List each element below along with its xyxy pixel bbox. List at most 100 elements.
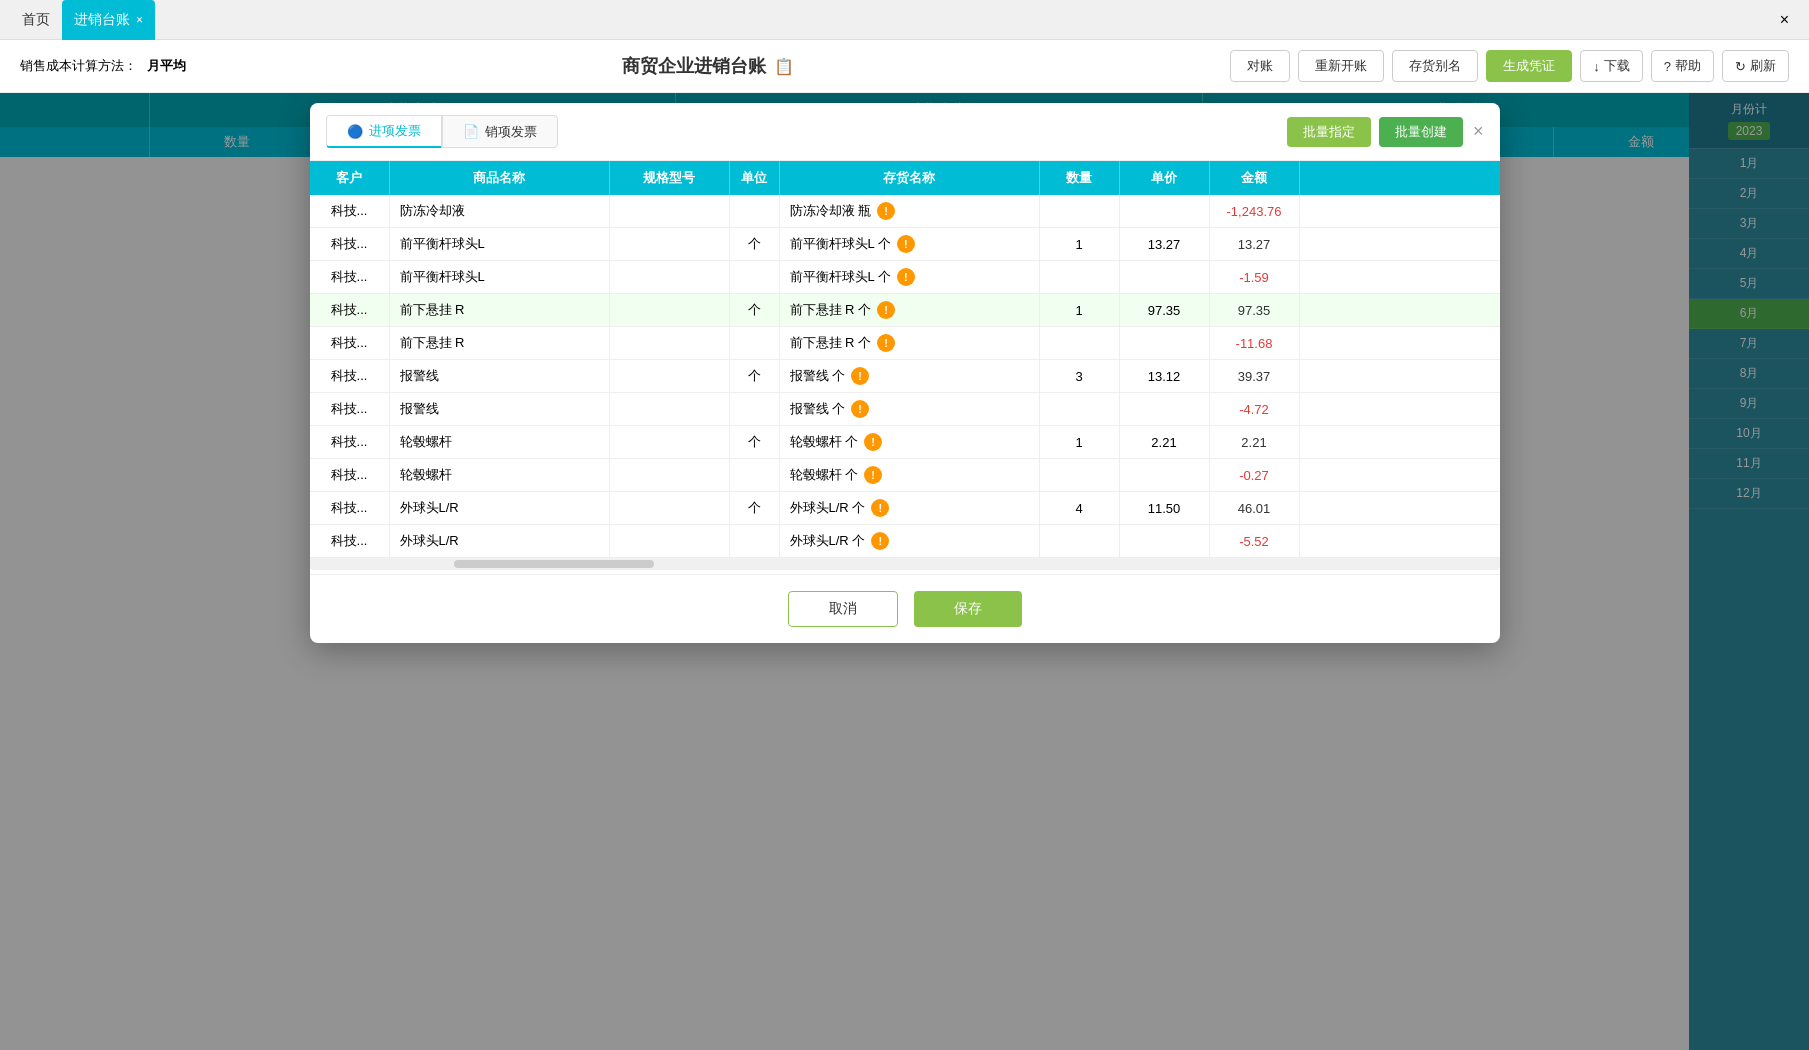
warning-icon: ! <box>864 466 882 484</box>
table-row[interactable]: 科技... 轮毂螺杆 个 轮毂螺杆 个 ! 1 2.21 2.21 <box>310 426 1500 459</box>
cell-inventory: 前平衡杆球头L 个 ! <box>780 228 1040 260</box>
cell-quantity <box>1040 195 1120 227</box>
cell-spec <box>610 228 730 260</box>
cell-inventory: 前下悬挂 R 个 ! <box>780 294 1040 326</box>
cell-product: 前下悬挂 R <box>390 294 610 326</box>
col-price: 单价 <box>1120 161 1210 195</box>
cell-unit <box>730 525 780 557</box>
cell-amount: -1.59 <box>1210 261 1300 293</box>
help-button[interactable]: ? 帮助 <box>1651 50 1714 82</box>
cell-quantity <box>1040 261 1120 293</box>
table-row[interactable]: 科技... 前下悬挂 R 前下悬挂 R 个 ! -11.68 <box>310 327 1500 360</box>
cell-quantity <box>1040 459 1120 491</box>
warning-icon: ! <box>871 499 889 517</box>
cell-amount: 2.21 <box>1210 426 1300 458</box>
content-area: 本期入库 本期出库 期末结存 数量 单价 金额 数量 单价 金额 数量 单价 金… <box>0 93 1809 1050</box>
cell-amount: -4.72 <box>1210 393 1300 425</box>
modal-close-button[interactable]: × <box>1473 121 1484 142</box>
tab-ledger[interactable]: 进销台账 × <box>62 0 155 40</box>
cell-spec <box>610 525 730 557</box>
warning-icon: ! <box>864 433 882 451</box>
modal-overlay: 🔵 进项发票 📄 销项发票 批量指定 批量创建 × <box>0 93 1809 1050</box>
table-row[interactable]: 科技... 前平衡杆球头L 前平衡杆球头L 个 ! -1.59 <box>310 261 1500 294</box>
cell-inventory: 轮毂螺杆 个 ! <box>780 426 1040 458</box>
table-row[interactable]: 科技... 报警线 报警线 个 ! -4.72 <box>310 393 1500 426</box>
cell-inventory: 前平衡杆球头L 个 ! <box>780 261 1040 293</box>
cancel-button[interactable]: 取消 <box>788 591 898 627</box>
invoice-modal: 🔵 进项发票 📄 销项发票 批量指定 批量创建 × <box>310 103 1500 643</box>
tab-home[interactable]: 首页 <box>10 0 62 40</box>
cell-spec <box>610 195 730 227</box>
cell-quantity <box>1040 393 1120 425</box>
warning-icon: ! <box>851 367 869 385</box>
col-customer: 客户 <box>310 161 390 195</box>
cell-inventory: 轮毂螺杆 个 ! <box>780 459 1040 491</box>
warning-icon: ! <box>897 235 915 253</box>
warning-icon: ! <box>877 334 895 352</box>
cell-price: 13.27 <box>1120 228 1210 260</box>
cell-unit: 个 <box>730 294 780 326</box>
cell-quantity: 3 <box>1040 360 1120 392</box>
table-row[interactable]: 科技... 外球头L/R 个 外球头L/R 个 ! 4 11.50 46.01 <box>310 492 1500 525</box>
cell-product: 外球头L/R <box>390 525 610 557</box>
cell-spec <box>610 492 730 524</box>
cell-amount: -1,243.76 <box>1210 195 1300 227</box>
col-amount: 金额 <box>1210 161 1300 195</box>
window-close-button[interactable]: × <box>1770 11 1799 29</box>
cell-quantity: 1 <box>1040 294 1120 326</box>
cell-product: 前平衡杆球头L <box>390 261 610 293</box>
cell-quantity <box>1040 327 1120 359</box>
tab-sales-invoice[interactable]: 📄 销项发票 <box>442 115 558 148</box>
cell-price <box>1120 195 1210 227</box>
generate-voucher-button[interactable]: 生成凭证 <box>1486 50 1572 82</box>
cell-unit <box>730 393 780 425</box>
cost-method-label: 销售成本计算方法： 月平均 <box>20 57 186 75</box>
cell-product: 报警线 <box>390 360 610 392</box>
modal-tab-group: 🔵 进项发票 📄 销项发票 <box>326 115 558 148</box>
cell-spec <box>610 459 730 491</box>
reconcile-button[interactable]: 对账 <box>1230 50 1290 82</box>
tab-close-icon[interactable]: × <box>136 13 143 27</box>
cell-customer: 科技... <box>310 459 390 491</box>
cell-quantity: 1 <box>1040 426 1120 458</box>
page-title: 商贸企业进销台账 📋 <box>186 54 1231 78</box>
inventory-alias-button[interactable]: 存货别名 <box>1392 50 1478 82</box>
modal-table-header: 客户 商品名称 规格型号 单位 存货名称 数量 单价 金额 <box>310 161 1500 195</box>
cell-product: 前下悬挂 R <box>390 327 610 359</box>
modal-scroll-thumb[interactable] <box>454 560 654 568</box>
batch-assign-button[interactable]: 批量指定 <box>1287 117 1371 147</box>
batch-create-button[interactable]: 批量创建 <box>1379 117 1463 147</box>
cell-price <box>1120 459 1210 491</box>
modal-scrollbar[interactable] <box>310 558 1500 570</box>
cell-amount: 97.35 <box>1210 294 1300 326</box>
cell-inventory: 报警线 个 ! <box>780 393 1040 425</box>
cell-customer: 科技... <box>310 426 390 458</box>
table-row[interactable]: 科技... 轮毂螺杆 轮毂螺杆 个 ! -0.27 <box>310 459 1500 492</box>
cell-customer: 科技... <box>310 360 390 392</box>
cell-unit <box>730 327 780 359</box>
cell-unit <box>730 261 780 293</box>
download-button[interactable]: ↓ 下载 <box>1580 50 1643 82</box>
table-row[interactable]: 科技... 防冻冷却液 防冻冷却液 瓶 ! -1,243.76 <box>310 195 1500 228</box>
cell-product: 轮毂螺杆 <box>390 426 610 458</box>
cell-unit <box>730 195 780 227</box>
cell-customer: 科技... <box>310 327 390 359</box>
cell-product: 报警线 <box>390 393 610 425</box>
cell-customer: 科技... <box>310 228 390 260</box>
table-row[interactable]: 科技... 外球头L/R 外球头L/R 个 ! -5.52 <box>310 525 1500 558</box>
cell-price: 2.21 <box>1120 426 1210 458</box>
modal-header-buttons: 批量指定 批量创建 <box>1287 117 1463 147</box>
cell-quantity <box>1040 525 1120 557</box>
tab-purchase-invoice[interactable]: 🔵 进项发票 <box>326 115 442 148</box>
table-row[interactable]: 科技... 报警线 个 报警线 个 ! 3 13.12 39.37 <box>310 360 1500 393</box>
warning-icon: ! <box>871 532 889 550</box>
refresh-button[interactable]: ↻ 刷新 <box>1722 50 1789 82</box>
cell-product: 前平衡杆球头L <box>390 228 610 260</box>
reopen-button[interactable]: 重新开账 <box>1298 50 1384 82</box>
table-row[interactable]: 科技... 前下悬挂 R 个 前下悬挂 R 个 ! 1 97.35 97.35 <box>310 294 1500 327</box>
cell-customer: 科技... <box>310 294 390 326</box>
cell-spec <box>610 426 730 458</box>
save-button[interactable]: 保存 <box>914 591 1022 627</box>
cell-inventory: 报警线 个 ! <box>780 360 1040 392</box>
table-row[interactable]: 科技... 前平衡杆球头L 个 前平衡杆球头L 个 ! 1 13.27 13.2… <box>310 228 1500 261</box>
